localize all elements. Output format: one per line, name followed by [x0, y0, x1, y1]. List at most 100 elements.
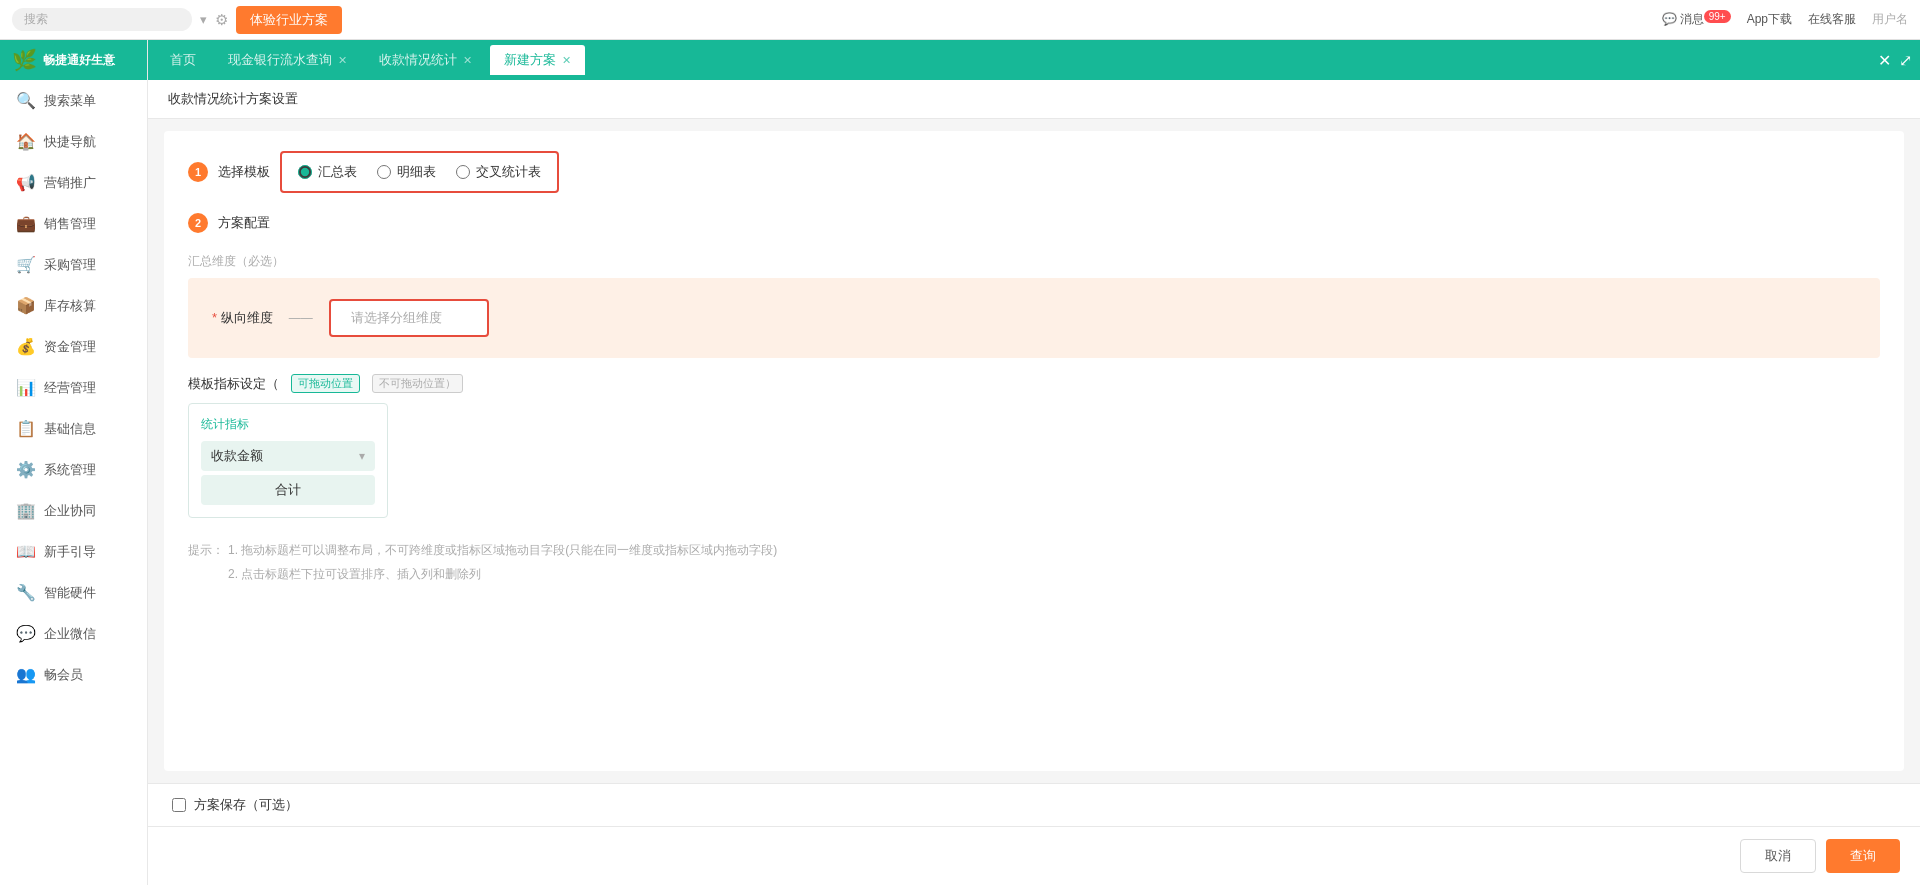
- sidebar-item-wechat[interactable]: 💬 企业微信: [0, 613, 147, 654]
- search-menu-icon: 🔍: [16, 91, 36, 110]
- indicator-box-title: 统计指标: [201, 416, 375, 433]
- tip-item-1: 提示： 1. 拖动标题栏可以调整布局，不可跨维度或指标区域拖动目字段(只能在同一…: [188, 538, 1880, 562]
- mgmt-icon: 📊: [16, 378, 36, 397]
- tab-cashflow[interactable]: 现金银行流水查询 ✕: [214, 45, 361, 75]
- tab-bar: 首页 现金银行流水查询 ✕ 收款情况统计 ✕ 新建方案 ✕ ✕ ⤢: [148, 40, 1920, 80]
- sidebar-item-purchase[interactable]: 🛒 采购管理: [0, 244, 147, 285]
- tab-new-plan-close[interactable]: ✕: [562, 54, 571, 67]
- sidebar-item-system[interactable]: ⚙️ 系统管理: [0, 449, 147, 490]
- content-area: 收款情况统计方案设置 1 选择模板 汇总表: [148, 80, 1920, 826]
- step2-header: 2 方案配置: [188, 213, 1880, 233]
- member-icon: 👥: [16, 665, 36, 684]
- arrow-separator: ——: [289, 311, 313, 325]
- sidebar-item-mgmt[interactable]: 📊 经营管理: [0, 367, 147, 408]
- sidebar-item-basic[interactable]: 📋 基础信息: [0, 408, 147, 449]
- tab-receipt-label: 收款情况统计: [379, 51, 457, 69]
- service-link[interactable]: 在线客服: [1808, 11, 1856, 28]
- indicator-section: 模板指标设定（ 可拖动位置 不可拖动位置） 统计指标 收款金额: [188, 374, 1880, 518]
- home-icon: 🏠: [16, 132, 36, 151]
- form-section: 1 选择模板 汇总表 明细表: [164, 131, 1904, 771]
- step1-row: 1 选择模板 汇总表 明细表: [188, 151, 1880, 193]
- indicator-item-amount[interactable]: 收款金额 ▾: [201, 441, 375, 471]
- sales-icon: 💼: [16, 214, 36, 233]
- tips-section: 提示： 1. 拖动标题栏可以调整布局，不可跨维度或指标区域拖动目字段(只能在同一…: [188, 538, 1880, 586]
- layout: 🌿 畅捷通好生意 🔍 搜索菜单 🏠 快捷导航 📢 营销推广 💼 销售管理 🛒: [0, 40, 1920, 885]
- tab-bar-left: 首页 现金银行流水查询 ✕ 收款情况统计 ✕ 新建方案 ✕: [156, 45, 585, 75]
- sidebar-label-mgmt: 经营管理: [44, 379, 96, 397]
- download-link[interactable]: App下载: [1747, 11, 1792, 28]
- trial-button[interactable]: 体验行业方案: [236, 6, 342, 34]
- sidebar-label-marketing: 营销推广: [44, 174, 96, 192]
- tab-receipt-close[interactable]: ✕: [463, 54, 472, 67]
- radio-group: 汇总表 明细表 交叉统计表: [298, 163, 541, 181]
- user-info[interactable]: 用户名: [1872, 11, 1908, 28]
- indicator-box: 统计指标 收款金额 ▾ 合计: [188, 403, 388, 518]
- sidebar-label-guide: 新手引导: [44, 543, 96, 561]
- message-icon[interactable]: 💬 消息 99+: [1662, 11, 1731, 28]
- tab-cashflow-label: 现金银行流水查询: [228, 51, 332, 69]
- query-button[interactable]: 查询: [1826, 839, 1900, 873]
- tab-receipt[interactable]: 收款情况统计 ✕: [365, 45, 486, 75]
- tip-prefix: 提示：: [188, 538, 224, 562]
- tab-new-plan-label: 新建方案: [504, 51, 556, 69]
- sidebar-label-search: 搜索菜单: [44, 92, 96, 110]
- message-label: 消息: [1680, 12, 1704, 26]
- save-checkbox[interactable]: [172, 798, 186, 812]
- sidebar-item-sales[interactable]: 💼 销售管理: [0, 203, 147, 244]
- sidebar-label-finance: 资金管理: [44, 338, 96, 356]
- wechat-icon: 💬: [16, 624, 36, 643]
- sidebar-item-member[interactable]: 👥 畅会员: [0, 654, 147, 695]
- dimension-dropdown[interactable]: 请选择分组维度: [329, 299, 489, 337]
- hardware-icon: 🔧: [16, 583, 36, 602]
- radio-summary-input[interactable]: [298, 165, 312, 179]
- sidebar-label-system: 系统管理: [44, 461, 96, 479]
- config-section: 汇总维度（必选） * 纵向维度 —— 请选择分组维度: [188, 253, 1880, 586]
- save-section: 方案保存（可选）: [148, 783, 1920, 826]
- sidebar-item-marketing[interactable]: 📢 营销推广: [0, 162, 147, 203]
- dropdown-icon[interactable]: ▾: [200, 12, 207, 27]
- expand-window-icon[interactable]: ⤢: [1899, 51, 1912, 70]
- step1-label: 选择模板: [218, 163, 270, 181]
- message-badge: 99+: [1704, 10, 1731, 23]
- radio-cross[interactable]: 交叉统计表: [456, 163, 541, 181]
- sidebar-label-purchase: 采购管理: [44, 256, 96, 274]
- indicator-total: 合计: [201, 475, 375, 505]
- sidebar-item-finance[interactable]: 💰 资金管理: [0, 326, 147, 367]
- sidebar-item-inventory[interactable]: 📦 库存核算: [0, 285, 147, 326]
- sidebar-label-hardware: 智能硬件: [44, 584, 96, 602]
- guide-icon: 📖: [16, 542, 36, 561]
- cancel-button[interactable]: 取消: [1740, 839, 1816, 873]
- main-area: 首页 现金银行流水查询 ✕ 收款情况统计 ✕ 新建方案 ✕ ✕ ⤢: [148, 40, 1920, 885]
- tab-new-plan[interactable]: 新建方案 ✕: [490, 45, 585, 75]
- step1-badge: 1: [188, 162, 208, 182]
- radio-cross-input[interactable]: [456, 165, 470, 179]
- radio-summary[interactable]: 汇总表: [298, 163, 357, 181]
- top-bar-left: 搜索 ▾ ⚙ 体验行业方案: [12, 6, 342, 34]
- sidebar-label-basic: 基础信息: [44, 420, 96, 438]
- settings-icon[interactable]: ⚙: [215, 11, 228, 29]
- tip-item-2: 提示： 2. 点击标题栏下拉可设置排序、插入列和删除列: [188, 562, 1880, 586]
- indicator-dropdown-icon[interactable]: ▾: [359, 449, 365, 463]
- sidebar: 🌿 畅捷通好生意 🔍 搜索菜单 🏠 快捷导航 📢 营销推广 💼 销售管理 🛒: [0, 40, 148, 885]
- sidebar-item-nav[interactable]: 🏠 快捷导航: [0, 121, 147, 162]
- required-star: *: [212, 310, 217, 325]
- sidebar-item-collab[interactable]: 🏢 企业协同: [0, 490, 147, 531]
- tab-home[interactable]: 首页: [156, 45, 210, 75]
- tab-home-label: 首页: [170, 51, 196, 69]
- purchase-icon: 🛒: [16, 255, 36, 274]
- sidebar-label-sales: 销售管理: [44, 215, 96, 233]
- close-window-icon[interactable]: ✕: [1878, 51, 1891, 70]
- sidebar-item-guide[interactable]: 📖 新手引导: [0, 531, 147, 572]
- indicator-title-text: 模板指标设定（: [188, 375, 279, 393]
- basic-icon: 📋: [16, 419, 36, 438]
- sidebar-item-hardware[interactable]: 🔧 智能硬件: [0, 572, 147, 613]
- movable-tag: 可拖动位置: [291, 374, 360, 393]
- sidebar-menu: 🔍 搜索菜单 🏠 快捷导航 📢 营销推广 💼 销售管理 🛒 采购管理 📦: [0, 80, 147, 885]
- tab-cashflow-close[interactable]: ✕: [338, 54, 347, 67]
- sidebar-label-member: 畅会员: [44, 666, 83, 684]
- sidebar-item-search[interactable]: 🔍 搜索菜单: [0, 80, 147, 121]
- radio-detail[interactable]: 明细表: [377, 163, 436, 181]
- search-bar[interactable]: 搜索: [12, 8, 192, 31]
- radio-detail-input[interactable]: [377, 165, 391, 179]
- sidebar-label-nav: 快捷导航: [44, 133, 96, 151]
